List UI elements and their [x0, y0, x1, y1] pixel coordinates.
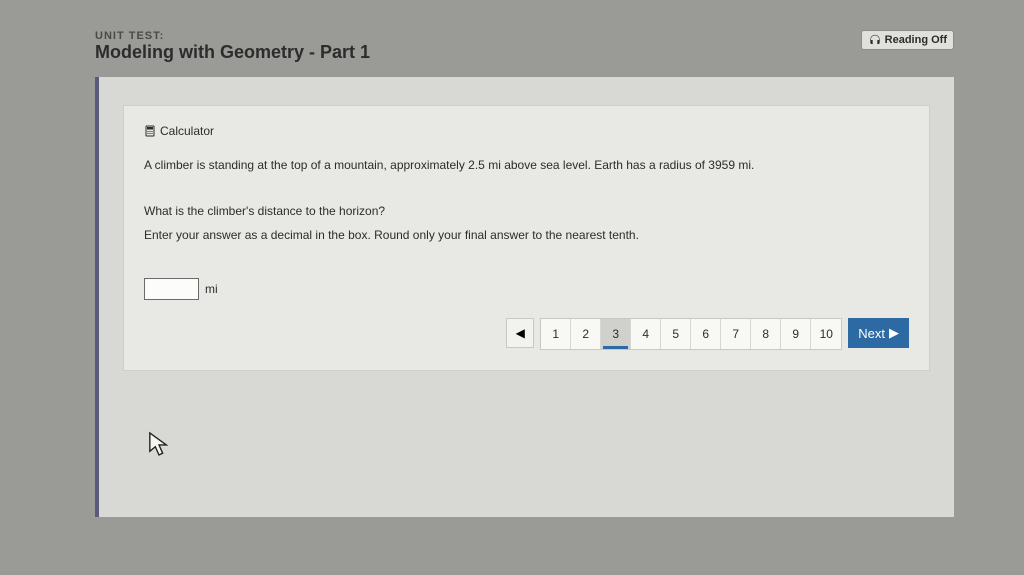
page-number-5[interactable]: 5	[661, 319, 691, 349]
page-title: Modeling with Geometry - Part 1	[95, 42, 370, 63]
chevron-right-icon: ▶	[889, 325, 899, 341]
unit-label: UNIT TEST:	[95, 30, 370, 42]
headphones-icon	[868, 33, 882, 47]
page-number-6[interactable]: 6	[691, 319, 721, 349]
reading-toggle-label: Reading Off	[885, 34, 947, 46]
calculator-label: Calculator	[160, 124, 214, 138]
prev-button[interactable]: ◀	[506, 318, 534, 348]
page-number-10[interactable]: 10	[811, 319, 841, 349]
pager: ◀ 12345678910 Next ▶	[506, 318, 909, 350]
page-number-2[interactable]: 2	[571, 319, 601, 349]
next-button-label: Next	[858, 326, 885, 341]
answer-input[interactable]	[144, 278, 199, 300]
calculator-button[interactable]: Calculator	[144, 124, 909, 138]
page-number-4[interactable]: 4	[631, 319, 661, 349]
content-panel: Calculator A climber is standing at the …	[95, 77, 954, 517]
answer-row: mi	[144, 278, 909, 300]
page-number-7[interactable]: 7	[721, 319, 751, 349]
chevron-left-icon: ◀	[516, 326, 525, 340]
page-number-3[interactable]: 3	[601, 319, 631, 349]
page-number-1[interactable]: 1	[541, 319, 571, 349]
problem-text: A climber is standing at the top of a mo…	[144, 156, 909, 174]
reading-toggle-button[interactable]: Reading Off	[861, 30, 954, 50]
next-button[interactable]: Next ▶	[848, 318, 909, 348]
calculator-icon	[144, 125, 156, 137]
page-number-9[interactable]: 9	[781, 319, 811, 349]
page-number-8[interactable]: 8	[751, 319, 781, 349]
question-instruction: Enter your answer as a decimal in the bo…	[144, 228, 909, 242]
page-numbers: 12345678910	[540, 318, 842, 350]
question-card: Calculator A climber is standing at the …	[123, 105, 930, 371]
answer-unit: mi	[205, 282, 218, 296]
question-prompt: What is the climber's distance to the ho…	[144, 204, 909, 218]
header-row: UNIT TEST: Modeling with Geometry - Part…	[95, 30, 954, 63]
